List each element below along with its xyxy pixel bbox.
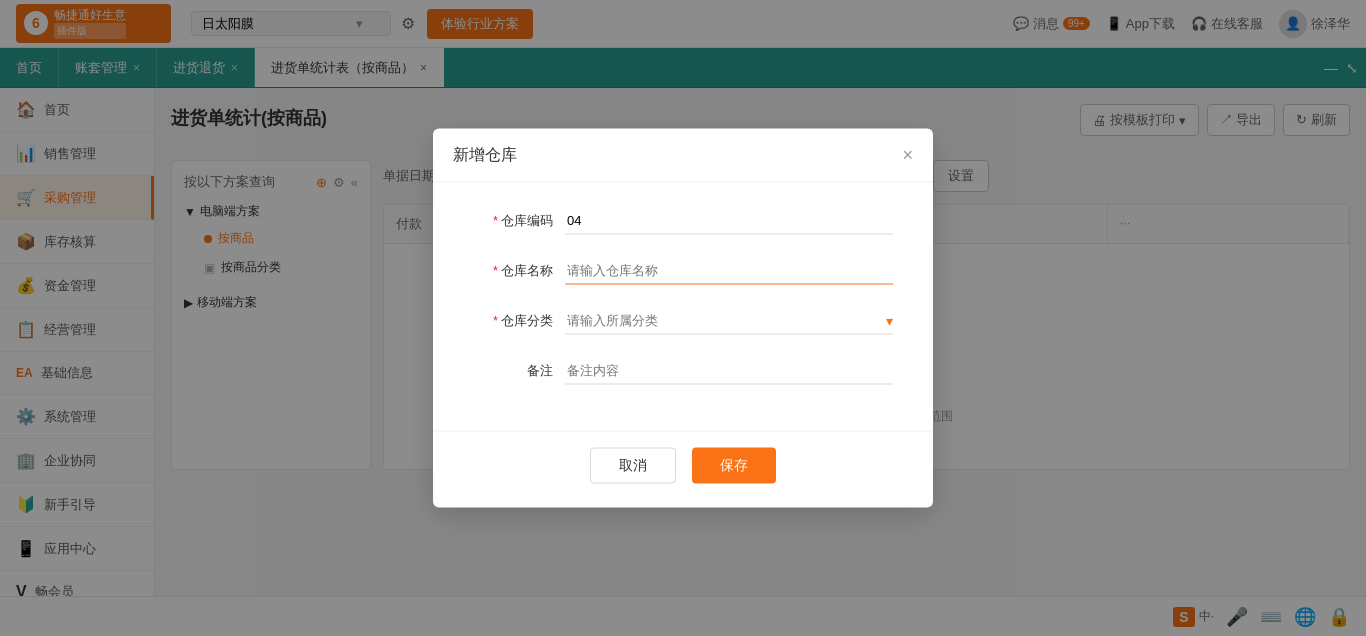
modal-close-button[interactable]: ×: [902, 145, 913, 166]
remark-input[interactable]: [565, 357, 893, 385]
save-button[interactable]: 保存: [692, 448, 776, 484]
category-chevron-icon: ▾: [886, 312, 893, 328]
form-row-code: 仓库编码: [473, 207, 893, 235]
category-select-input[interactable]: [565, 307, 886, 334]
form-row-category: 仓库分类 ▾: [473, 307, 893, 335]
modal-add-warehouse: 新增仓库 × 仓库编码 仓库名称 仓库分类 ▾ 备注 取消 保存: [433, 129, 933, 508]
category-select[interactable]: ▾: [565, 307, 893, 335]
modal-body: 仓库编码 仓库名称 仓库分类 ▾ 备注: [433, 183, 933, 423]
form-row-name: 仓库名称: [473, 257, 893, 285]
form-row-remark: 备注: [473, 357, 893, 385]
warehouse-code-input[interactable]: [565, 207, 893, 235]
form-label-name: 仓库名称: [473, 262, 553, 280]
modal-footer: 取消 保存: [433, 431, 933, 508]
modal-header: 新增仓库 ×: [433, 129, 933, 183]
warehouse-name-input[interactable]: [565, 257, 893, 285]
modal-title: 新增仓库: [453, 145, 517, 166]
form-label-remark: 备注: [473, 362, 553, 380]
cancel-button[interactable]: 取消: [590, 448, 676, 484]
form-label-code: 仓库编码: [473, 212, 553, 230]
form-label-category: 仓库分类: [473, 312, 553, 330]
